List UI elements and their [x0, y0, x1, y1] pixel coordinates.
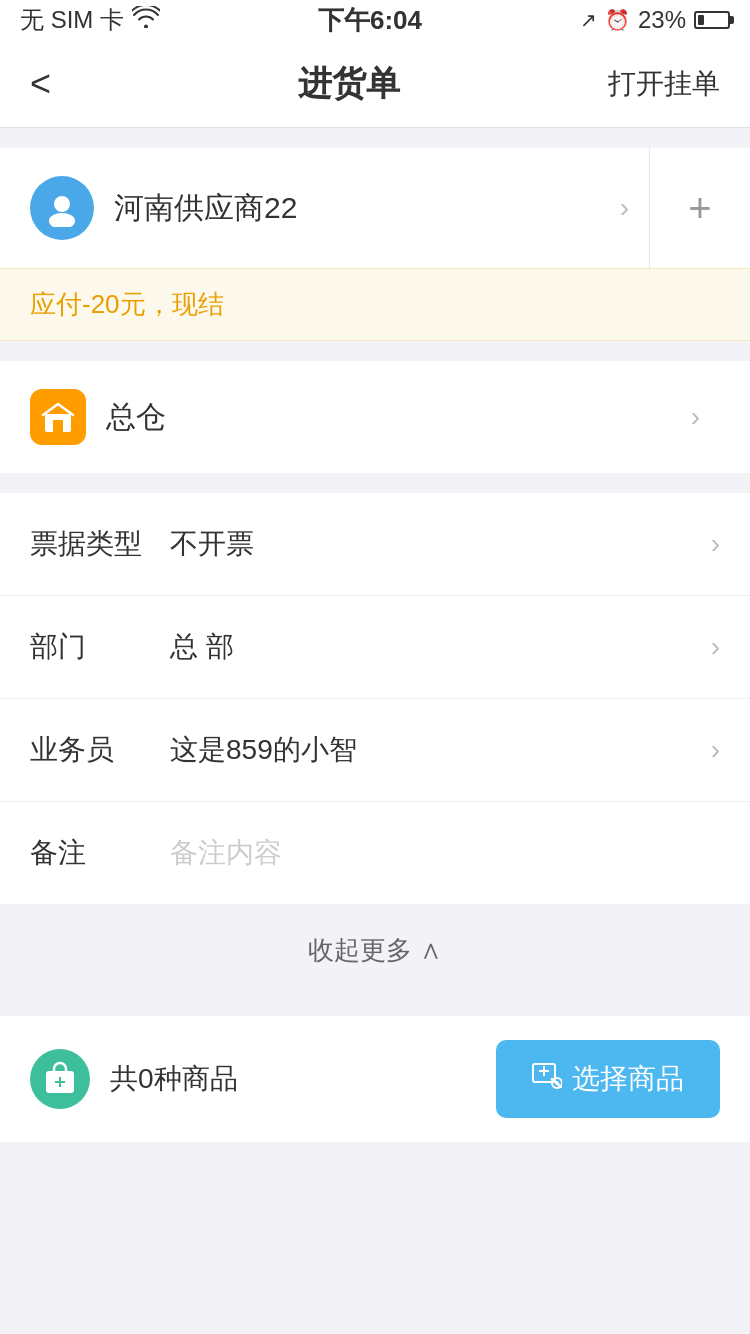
invoice-type-chevron-icon: ›: [711, 528, 720, 560]
status-right: ↗ ⏰ 23%: [580, 6, 730, 34]
status-time: 下午6:04: [318, 3, 422, 38]
status-bar: 无 SIM 卡 下午6:04 ↗ ⏰ 23%: [0, 0, 750, 40]
product-count: 共0种商品: [110, 1060, 476, 1098]
add-supplier-button[interactable]: +: [650, 186, 750, 231]
department-label: 部门: [30, 628, 170, 666]
department-value: 总 部: [170, 628, 701, 666]
department-row[interactable]: 部门 总 部 ›: [0, 596, 750, 699]
svg-point-1: [49, 213, 75, 227]
supplier-chevron-icon: ›: [600, 192, 649, 224]
product-icon: [30, 1049, 90, 1109]
remark-input[interactable]: 备注内容: [170, 834, 720, 872]
remark-label: 备注: [30, 834, 170, 872]
svg-point-0: [54, 196, 70, 212]
salesperson-chevron-icon: ›: [711, 734, 720, 766]
notice-text: 应付-20元，现结: [30, 289, 224, 319]
status-left: 无 SIM 卡: [20, 4, 160, 36]
select-product-icon: [532, 1062, 562, 1096]
notice-banner: 应付-20元，现结: [0, 268, 750, 341]
alarm-icon: ⏰: [605, 8, 630, 32]
remark-row[interactable]: 备注 备注内容: [0, 802, 750, 904]
nav-bar: < 进货单 打开挂单: [0, 40, 750, 128]
location-icon: ↗: [580, 8, 597, 32]
carrier-label: 无 SIM 卡: [20, 4, 124, 36]
invoice-type-value: 不开票: [170, 525, 701, 563]
select-product-button[interactable]: 选择商品: [496, 1040, 720, 1118]
battery-icon: [694, 11, 730, 29]
warehouse-name: 总仓: [106, 397, 671, 438]
open-pending-button[interactable]: 打开挂单: [608, 65, 720, 103]
svg-rect-3: [53, 420, 63, 432]
select-product-label: 选择商品: [572, 1060, 684, 1098]
supplier-selector[interactable]: 河南供应商22 ›: [0, 148, 650, 268]
warehouse-icon: [30, 389, 86, 445]
supplier-avatar: [30, 176, 94, 240]
invoice-type-label: 票据类型: [30, 525, 170, 563]
collapse-label: 收起更多 ∧: [308, 933, 441, 968]
bottom-bar: 共0种商品 选择商品: [0, 1016, 750, 1142]
warehouse-chevron-icon: ›: [671, 401, 720, 433]
salesperson-row[interactable]: 业务员 这是859的小智 ›: [0, 699, 750, 802]
collapse-toggle[interactable]: 收起更多 ∧: [0, 905, 750, 996]
department-chevron-icon: ›: [711, 631, 720, 663]
salesperson-label: 业务员: [30, 731, 170, 769]
warehouse-selector[interactable]: 总仓 ›: [0, 361, 750, 473]
supplier-section: 河南供应商22 › +: [0, 148, 750, 268]
supplier-name: 河南供应商22: [114, 188, 600, 229]
page-title: 进货单: [298, 61, 400, 107]
invoice-type-row[interactable]: 票据类型 不开票 ›: [0, 493, 750, 596]
form-section: 票据类型 不开票 › 部门 总 部 › 业务员 这是859的小智 › 备注 备注…: [0, 493, 750, 904]
wifi-icon: [132, 6, 160, 34]
battery-percent: 23%: [638, 6, 686, 34]
back-button[interactable]: <: [30, 63, 90, 105]
section-divider-1: [0, 128, 750, 148]
salesperson-value: 这是859的小智: [170, 731, 701, 769]
